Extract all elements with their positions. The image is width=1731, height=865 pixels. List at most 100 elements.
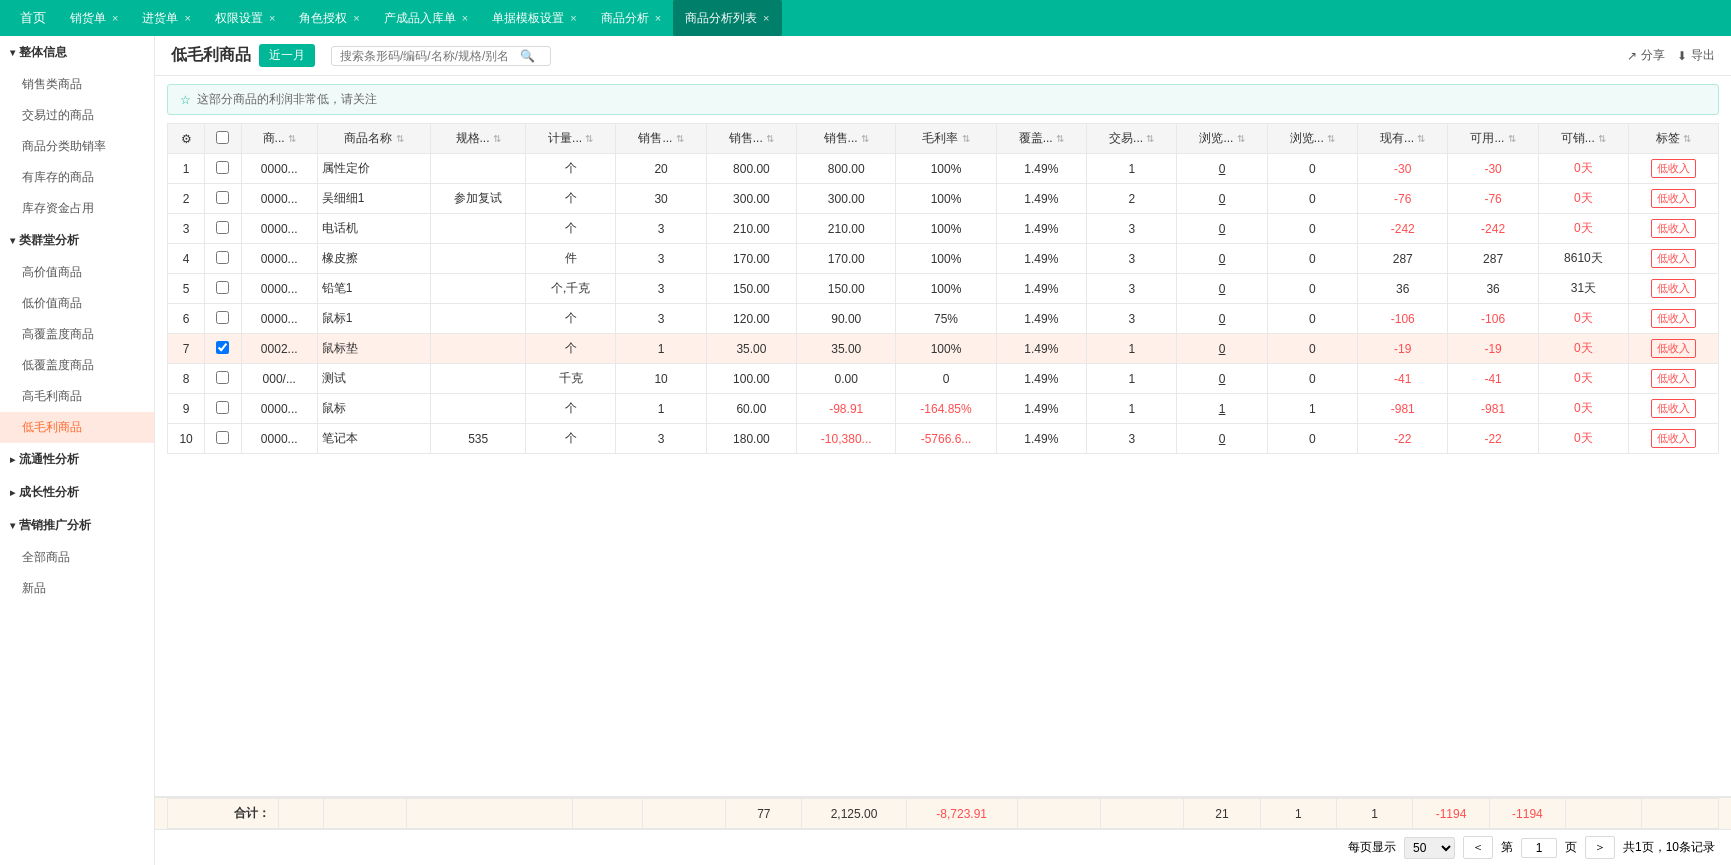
col-sale-count[interactable]: 销售... ⇅ [616,124,706,154]
row-checkbox[interactable] [216,161,229,174]
share-button[interactable]: ↗ 分享 [1627,47,1665,64]
row-checkbox[interactable] [216,251,229,264]
col-code[interactable]: 商... ⇅ [241,124,317,154]
row-checkbox[interactable] [216,221,229,234]
nav-goods-analysis-list[interactable]: 商品分析列表 × [673,0,781,36]
row-browse1[interactable]: 0 [1177,214,1267,244]
row-checkbox[interactable] [216,431,229,444]
sidebar-item-high-margin[interactable]: 高毛利商品 [0,381,154,412]
time-filter-button[interactable]: 近一月 [259,44,315,67]
sidebar-item-traded-products[interactable]: 交易过的商品 [0,100,154,131]
row-checkbox-cell[interactable] [205,154,242,184]
nav-template-close[interactable]: × [570,12,576,24]
col-sale-profit[interactable]: 销售... ⇅ [797,124,896,154]
sidebar-group-overall[interactable]: ▾ 整体信息 [0,36,154,69]
sidebar-item-stock-products[interactable]: 有库存的商品 [0,162,154,193]
row-num: 7 [168,334,205,364]
nav-goods-close[interactable]: × [655,12,661,24]
sidebar-item-high-coverage[interactable]: 高覆盖度商品 [0,319,154,350]
sidebar-item-low-value[interactable]: 低价值商品 [0,288,154,319]
row-browse1[interactable]: 1 [1177,394,1267,424]
table-row: 2 0000... 吴细细1 参加复试 个 30 300.00 300.00 1… [168,184,1719,214]
row-checkbox[interactable] [216,341,229,354]
sidebar-group-cluster[interactable]: ▾ 类群堂分析 [0,224,154,257]
row-browse1[interactable]: 0 [1177,424,1267,454]
sidebar-item-low-coverage[interactable]: 低覆盖度商品 [0,350,154,381]
col-browse1[interactable]: 浏览... ⇅ [1177,124,1267,154]
col-settings[interactable]: ⚙ [168,124,205,154]
row-checkbox[interactable] [216,191,229,204]
next-page-button[interactable]: ＞ [1585,836,1615,859]
sidebar-item-high-value[interactable]: 高价值商品 [0,257,154,288]
nav-product-entry[interactable]: 产成品入库单 × [372,0,480,36]
row-browse1[interactable]: 0 [1177,274,1267,304]
nav-sales[interactable]: 销货单 × [58,0,130,36]
col-cover-rate[interactable]: 覆盖... ⇅ [996,124,1086,154]
nav-goods-list-close[interactable]: × [763,12,769,24]
sidebar-item-low-margin[interactable]: 低毛利商品 [0,412,154,443]
sidebar-item-capital[interactable]: 库存资金占用 [0,193,154,224]
sidebar-item-category-rate[interactable]: 商品分类助销率 [0,131,154,162]
nav-product-close[interactable]: × [462,12,468,24]
nav-purchase-close[interactable]: × [184,12,190,24]
row-checkbox-cell[interactable] [205,334,242,364]
row-spec [431,304,526,334]
row-cover-rate: 1.49% [996,364,1086,394]
row-browse1[interactable]: 0 [1177,244,1267,274]
col-current[interactable]: 现有... ⇅ [1358,124,1448,154]
row-browse2: 0 [1267,304,1357,334]
page-number-input[interactable] [1521,838,1557,858]
row-browse1[interactable]: 0 [1177,364,1267,394]
row-tag: 低收入 [1629,394,1719,424]
sidebar-item-sale-products[interactable]: 销售类商品 [0,69,154,100]
row-checkbox-cell[interactable] [205,424,242,454]
sidebar-group-growth[interactable]: ▸ 成长性分析 [0,476,154,509]
row-sale-price: 120.00 [706,304,796,334]
row-checkbox-cell[interactable] [205,304,242,334]
nav-goods-analysis[interactable]: 商品分析 × [589,0,673,36]
sidebar-group-flow[interactable]: ▸ 流通性分析 [0,443,154,476]
col-sale-price[interactable]: 销售... ⇅ [706,124,796,154]
prev-page-button[interactable]: ＜ [1463,836,1493,859]
row-checkbox-cell[interactable] [205,214,242,244]
col-checkbox[interactable] [205,124,242,154]
col-trade[interactable]: 交易... ⇅ [1087,124,1177,154]
nav-permissions-close[interactable]: × [269,12,275,24]
nav-home[interactable]: 首页 [8,0,58,36]
col-available[interactable]: 可用... ⇅ [1448,124,1538,154]
page-size-select[interactable]: 20 50 100 [1404,837,1455,859]
nav-purchase[interactable]: 进货单 × [130,0,202,36]
row-checkbox[interactable] [216,401,229,414]
col-tag[interactable]: 标签 ⇅ [1629,124,1719,154]
row-browse1[interactable]: 0 [1177,334,1267,364]
sidebar-item-new-products[interactable]: 新品 [0,573,154,604]
col-unit[interactable]: 计量... ⇅ [526,124,616,154]
sidebar-item-all-products[interactable]: 全部商品 [0,542,154,573]
col-browse2[interactable]: 浏览... ⇅ [1267,124,1357,154]
search-input[interactable] [340,49,520,63]
row-checkbox[interactable] [216,371,229,384]
nav-template[interactable]: 单据模板设置 × [480,0,588,36]
nav-sales-close[interactable]: × [112,12,118,24]
row-browse1[interactable]: 0 [1177,184,1267,214]
col-name[interactable]: 商品名称 ⇅ [317,124,431,154]
row-checkbox-cell[interactable] [205,184,242,214]
row-checkbox[interactable] [216,311,229,324]
row-checkbox[interactable] [216,281,229,294]
row-checkbox-cell[interactable] [205,394,242,424]
col-spec[interactable]: 规格... ⇅ [431,124,526,154]
nav-roles-close[interactable]: × [353,12,359,24]
row-checkbox-cell[interactable] [205,244,242,274]
nav-roles[interactable]: 角色授权 × [287,0,371,36]
nav-permissions[interactable]: 权限设置 × [203,0,287,36]
sidebar-group-marketing[interactable]: ▾ 营销推广分析 [0,509,154,542]
col-gross-rate[interactable]: 毛利率 ⇅ [896,124,996,154]
row-browse1[interactable]: 0 [1177,304,1267,334]
row-browse1[interactable]: 0 [1177,154,1267,184]
row-checkbox-cell[interactable] [205,274,242,304]
export-button[interactable]: ⬇ 导出 [1677,47,1715,64]
col-saleable[interactable]: 可销... ⇅ [1538,124,1628,154]
row-checkbox-cell[interactable] [205,364,242,394]
select-all-checkbox[interactable] [216,131,229,144]
row-browse2: 0 [1267,424,1357,454]
